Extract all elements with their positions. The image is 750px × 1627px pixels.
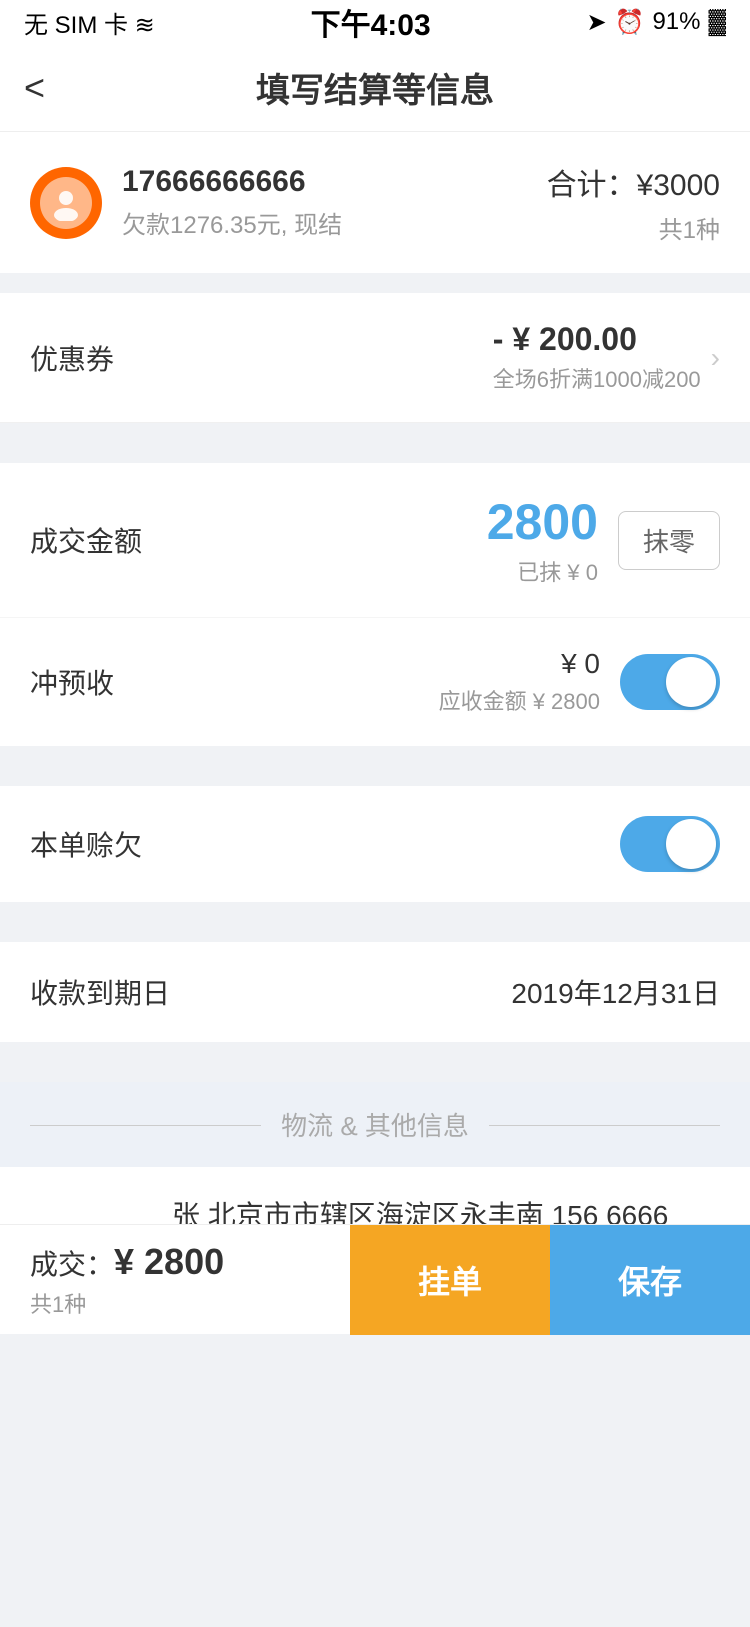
transaction-section: 成交金额 2800 已抹 ¥ 0 抹零 冲预收 ¥ 0 应收金额 ¥ 2800 [0, 463, 750, 746]
summary-amount: ¥ 2800 [114, 1241, 224, 1282]
section-divider-2 [0, 766, 750, 786]
location-icon: ➤ [586, 8, 606, 37]
coupon-desc: 全场6折满1000减200 [493, 362, 701, 394]
section-divider-4 [0, 1062, 750, 1082]
item-count: 共1种 [547, 210, 720, 245]
logistics-header: 物流 & 其他信息 [0, 1082, 750, 1167]
coupon-arrow-icon: › [711, 342, 720, 374]
user-sub: 欠款1276.35元, 现结 [122, 205, 342, 240]
credit-right [620, 816, 720, 872]
transaction-value: 2800 [487, 493, 598, 551]
pending-button[interactable]: 挂单 [350, 1225, 550, 1335]
prepayment-row: 冲预收 ¥ 0 应收金额 ¥ 2800 [0, 618, 750, 746]
logistics-header-text: 物流 & 其他信息 [261, 1106, 489, 1143]
status-bar-time: 下午4:03 [311, 0, 431, 44]
status-bar-right: ➤ ⏰ 91% ▓ [586, 8, 726, 37]
sim-text: 无 SIM 卡 ≋ [24, 5, 155, 40]
toggle-thumb [666, 657, 716, 707]
bottom-bar: 成交：¥ 2800 共1种 挂单 保存 [0, 1224, 750, 1334]
coupon-label: 优惠券 [30, 338, 114, 378]
nav-bar: < 填写结算等信息 [0, 44, 750, 132]
user-phone: 17666666666 [122, 165, 342, 199]
battery-icon: ▓ [709, 8, 727, 36]
prepayment-sub: 应收金额 ¥ 2800 [439, 684, 600, 716]
summary-count: 共1种 [30, 1287, 320, 1319]
bottom-summary-main: 成交：¥ 2800 [30, 1241, 320, 1283]
credit-section: 本单赊欠 [0, 786, 750, 902]
credit-toggle-thumb [666, 819, 716, 869]
transaction-sub: 已抹 ¥ 0 [487, 555, 598, 587]
prepayment-right: ¥ 0 应收金额 ¥ 2800 [439, 648, 720, 716]
section-divider-3 [0, 922, 750, 942]
round-button[interactable]: 抹零 [618, 511, 720, 570]
bottom-summary: 成交：¥ 2800 共1种 [0, 1241, 350, 1319]
section-divider-1 [0, 443, 750, 463]
credit-toggle[interactable] [620, 816, 720, 872]
user-card-right: 合计：¥3000 共1种 [547, 160, 720, 245]
avatar-icon [40, 177, 92, 229]
avatar [30, 167, 102, 239]
prepayment-label: 冲预收 [30, 662, 114, 702]
prepayment-toggle[interactable] [620, 654, 720, 710]
status-bar: 无 SIM 卡 ≋ 下午4:03 ➤ ⏰ 91% ▓ [0, 0, 750, 44]
page-title: 填写结算等信息 [256, 63, 494, 112]
user-card: 17666666666 欠款1276.35元, 现结 合计：¥3000 共1种 [0, 132, 750, 273]
prepayment-amount: ¥ 0 [439, 648, 600, 680]
transaction-amount-row: 成交金额 2800 已抹 ¥ 0 抹零 [0, 463, 750, 618]
due-date-label: 收款到期日 [30, 972, 170, 1012]
user-info: 17666666666 欠款1276.35元, 现结 [122, 165, 342, 240]
summary-label: 成交： [30, 1249, 114, 1280]
main-content: 17666666666 欠款1276.35元, 现结 合计：¥3000 共1种 … [0, 132, 750, 1627]
user-card-left: 17666666666 欠款1276.35元, 现结 [30, 165, 342, 240]
transaction-label: 成交金额 [30, 520, 142, 560]
back-button[interactable]: < [24, 67, 45, 109]
coupon-right: - ¥ 200.00 全场6折满1000减200 › [493, 321, 720, 394]
credit-label: 本单赊欠 [30, 824, 142, 864]
due-date-value: 2019年12月31日 [511, 972, 720, 1012]
status-bar-left: 无 SIM 卡 ≋ [24, 5, 155, 40]
save-button[interactable]: 保存 [550, 1225, 750, 1335]
coupon-row[interactable]: 优惠券 - ¥ 200.00 全场6折满1000减200 › [0, 293, 750, 423]
transaction-right: 2800 已抹 ¥ 0 抹零 [487, 493, 720, 587]
battery-text: 91% [652, 8, 700, 36]
credit-row: 本单赊欠 [0, 786, 750, 902]
due-date-row: 收款到期日 2019年12月31日 [0, 942, 750, 1042]
empty-space [0, 1307, 750, 1507]
due-date-section: 收款到期日 2019年12月31日 [0, 942, 750, 1042]
alarm-icon: ⏰ [615, 8, 645, 37]
coupon-amount: - ¥ 200.00 [493, 321, 701, 358]
total-amount: 合计：¥3000 [547, 160, 720, 204]
